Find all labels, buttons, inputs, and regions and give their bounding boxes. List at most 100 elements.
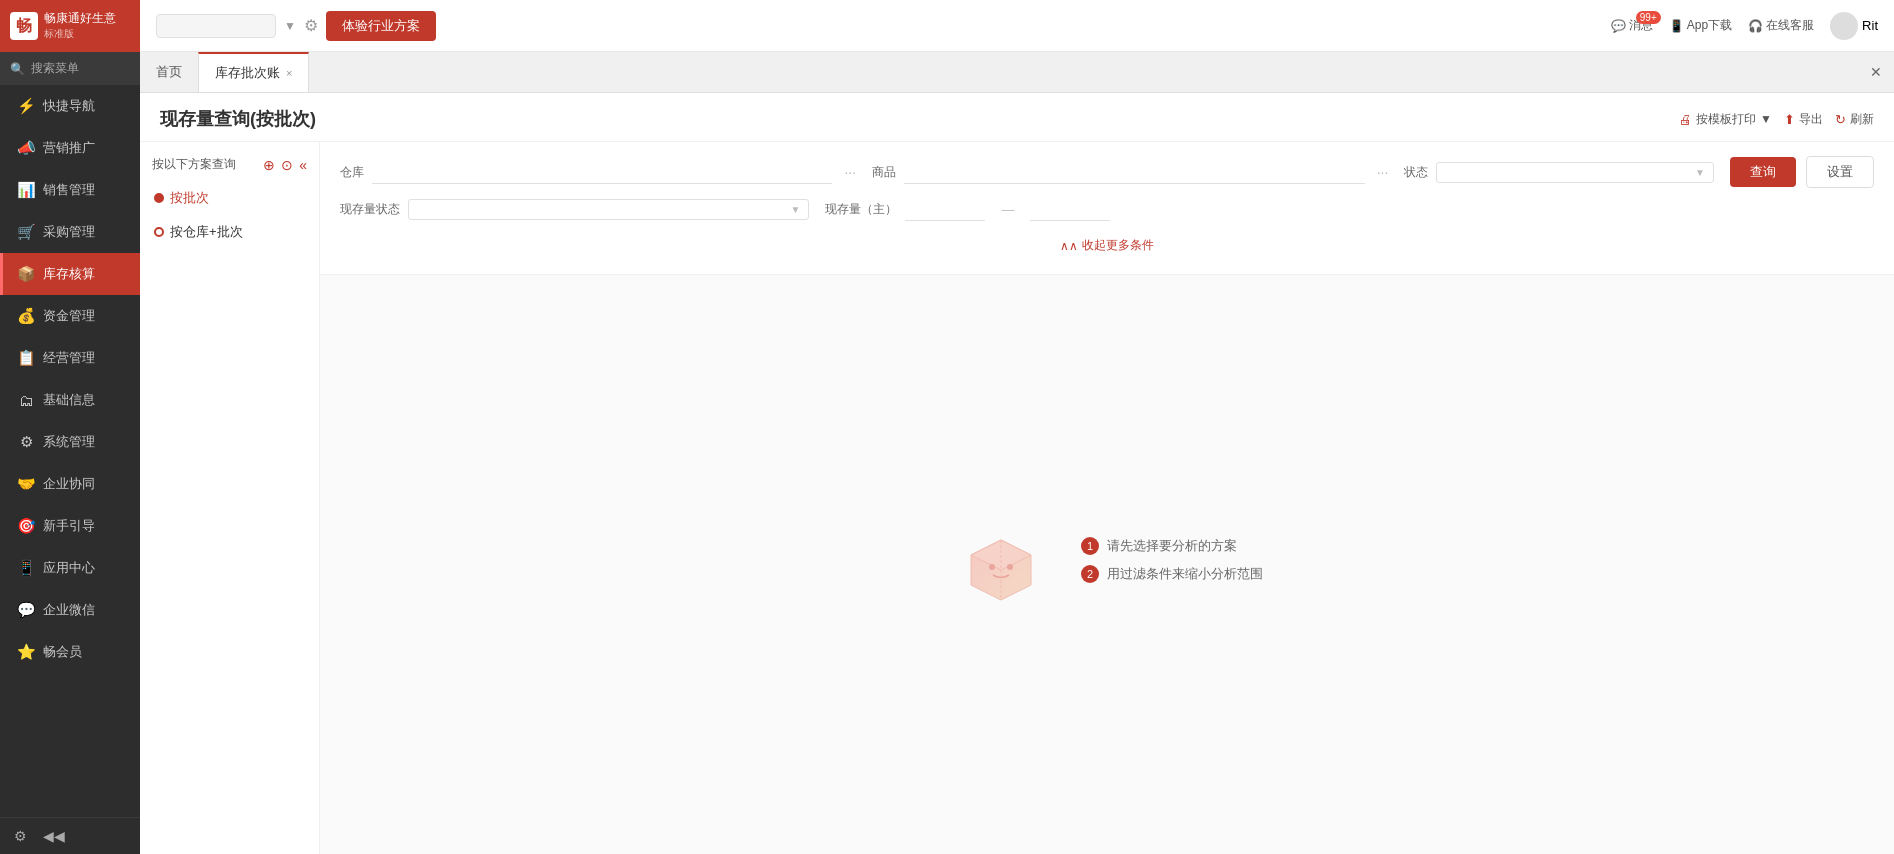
product-more-icon[interactable]: ··· <box>1377 164 1389 180</box>
tab-inventory-batch[interactable]: 库存批次账 × <box>198 52 309 92</box>
add-plan-icon[interactable]: ⊕ <box>263 157 275 173</box>
sidebar-header: 畅 畅康通好生意 标准版 <box>0 0 140 52</box>
sidebar-item-system[interactable]: ⚙ 系统管理 <box>0 421 140 463</box>
svg-point-3 <box>989 564 995 570</box>
plan-dot-inactive <box>154 227 164 237</box>
empty-state: 1 请先选择要分析的方案 2 用过滤条件来缩小分析范围 <box>320 275 1894 854</box>
export-btn[interactable]: ⬆ 导出 <box>1784 111 1823 128</box>
wechat-icon: 💬 <box>17 601 35 619</box>
sidebar-label-member: 畅会员 <box>43 643 82 661</box>
collapse-row[interactable]: ∧∧ 收起更多条件 <box>340 231 1874 260</box>
app-download-btn[interactable]: 📱 App下载 <box>1669 17 1732 34</box>
inventory-amount-field: 现存量（主） — <box>825 198 1294 221</box>
sidebar-label-purchase: 采购管理 <box>43 223 95 241</box>
product-input[interactable] <box>904 161 1364 184</box>
print-dropdown-icon[interactable]: ▼ <box>1760 112 1772 126</box>
experience-btn[interactable]: 体验行业方案 <box>326 11 436 41</box>
sidebar: 畅 畅康通好生意 标准版 🔍 搜索菜单 ⚡ 快捷导航 📣 营销推广 📊 销售管理… <box>0 0 140 854</box>
filter-actions: 查询 设置 <box>1730 156 1874 188</box>
filter-row-2: 现存量状态 ▼ 现存量（主） — <box>340 198 1874 221</box>
sidebar-item-sales[interactable]: 📊 销售管理 <box>0 169 140 211</box>
inventory-status-select[interactable]: ▼ <box>408 199 809 220</box>
inventory-amount-to[interactable] <box>1030 198 1110 221</box>
sidebar-item-marketing[interactable]: 📣 营销推广 <box>0 127 140 169</box>
tab-home[interactable]: 首页 <box>140 53 198 91</box>
page-close-btn[interactable]: ✕ <box>1858 56 1894 88</box>
filter-area: 仓库 ··· 商品 ··· 状态 <box>320 142 1894 275</box>
avatar <box>1830 12 1858 40</box>
sidebar-item-basic[interactable]: 🗂 基础信息 <box>0 379 140 421</box>
range-dash: — <box>1001 202 1014 217</box>
product-label: 商品 <box>872 164 896 181</box>
warehouse-input[interactable] <box>372 161 832 184</box>
marketing-icon: 📣 <box>17 139 35 157</box>
topbar-gear-icon[interactable]: ⚙ <box>304 16 318 35</box>
sidebar-label-system: 系统管理 <box>43 433 95 451</box>
refresh-icon: ↻ <box>1835 112 1846 127</box>
sales-icon: 📊 <box>17 181 35 199</box>
collapse-panel-icon[interactable]: « <box>299 157 307 173</box>
plan-item-warehouse-batch[interactable]: 按仓库+批次 <box>140 215 319 249</box>
refresh-btn[interactable]: ↻ 刷新 <box>1835 111 1874 128</box>
topbar-search-input[interactable] <box>156 14 276 38</box>
warehouse-more-icon[interactable]: ··· <box>844 164 856 180</box>
sidebar-item-inventory[interactable]: 📦 库存核算 <box>0 253 140 295</box>
sidebar-footer: ⚙ ◀◀ <box>0 817 140 854</box>
step-num-1: 1 <box>1081 537 1099 555</box>
export-icon: ⬆ <box>1784 112 1795 127</box>
product-field: 商品 ··· <box>872 161 1388 184</box>
sidebar-search-label: 搜索菜单 <box>31 60 79 77</box>
topbar: ▼ ⚙ 体验行业方案 💬 消息 99+ 📱 App下载 🎧 在线客服 Rit <box>140 0 1894 52</box>
sidebar-label-sales: 销售管理 <box>43 181 95 199</box>
page-actions: 🖨 按模板打印 ▼ ⬆ 导出 ↻ 刷新 <box>1679 111 1874 128</box>
sidebar-item-member[interactable]: ⭐ 畅会员 <box>0 631 140 673</box>
body-wrap: 按以下方案查询 ⊕ ⊙ « 按批次 按仓库+批次 <box>140 142 1894 854</box>
manage-plan-icon[interactable]: ⊙ <box>281 157 293 173</box>
app-title: 畅康通好生意 <box>44 11 116 27</box>
inventory-amount-from[interactable] <box>905 198 985 221</box>
sidebar-item-appstore[interactable]: 📱 应用中心 <box>0 547 140 589</box>
user-info[interactable]: Rit <box>1830 12 1878 40</box>
topbar-dropdown-icon[interactable]: ▼ <box>284 19 296 33</box>
panel-header-icons: ⊕ ⊙ « <box>263 157 307 173</box>
inventory-status-label: 现存量状态 <box>340 201 400 218</box>
filter-row-1: 仓库 ··· 商品 ··· 状态 <box>340 156 1874 188</box>
page-title: 现存量查询(按批次) <box>160 107 316 131</box>
message-btn[interactable]: 💬 消息 99+ <box>1611 17 1653 34</box>
tab-inventory-label: 库存批次账 <box>215 64 280 82</box>
topbar-right: 💬 消息 99+ 📱 App下载 🎧 在线客服 Rit <box>1611 12 1878 40</box>
sidebar-item-wechat[interactable]: 💬 企业微信 <box>0 589 140 631</box>
svg-point-4 <box>1007 564 1013 570</box>
settings-icon[interactable]: ⚙ <box>14 828 27 844</box>
print-btn[interactable]: 🖨 按模板打印 ▼ <box>1679 111 1772 128</box>
empty-box-svg <box>956 520 1046 610</box>
plan-item-batch[interactable]: 按批次 <box>140 181 319 215</box>
status-select[interactable]: ▼ <box>1436 162 1714 183</box>
sidebar-item-operation[interactable]: 📋 经营管理 <box>0 337 140 379</box>
query-button[interactable]: 查询 <box>1730 157 1796 187</box>
member-icon: ⭐ <box>17 643 35 661</box>
quick-nav-icon: ⚡ <box>17 97 35 115</box>
sidebar-item-finance[interactable]: 💰 资金管理 <box>0 295 140 337</box>
sidebar-label-quick-nav: 快捷导航 <box>43 97 95 115</box>
plan-label-warehouse-batch: 按仓库+批次 <box>170 223 243 241</box>
setting-button[interactable]: 设置 <box>1806 156 1874 188</box>
basic-icon: 🗂 <box>17 392 35 409</box>
sidebar-label-appstore: 应用中心 <box>43 559 95 577</box>
topbar-left: ▼ ⚙ 体验行业方案 <box>156 11 1599 41</box>
sidebar-item-newbie[interactable]: 🎯 新手引导 <box>0 505 140 547</box>
sidebar-search-btn[interactable]: 🔍 搜索菜单 <box>0 52 140 85</box>
message-icon: 💬 <box>1611 19 1626 33</box>
left-panel: 按以下方案查询 ⊕ ⊙ « 按批次 按仓库+批次 <box>140 142 320 854</box>
sidebar-label-newbie: 新手引导 <box>43 517 95 535</box>
sidebar-item-enterprise[interactable]: 🤝 企业协同 <box>0 463 140 505</box>
sidebar-item-quick-nav[interactable]: ⚡ 快捷导航 <box>0 85 140 127</box>
online-service-btn[interactable]: 🎧 在线客服 <box>1748 17 1814 34</box>
sidebar-item-purchase[interactable]: 🛒 采购管理 <box>0 211 140 253</box>
print-icon: 🖨 <box>1679 112 1692 127</box>
collapse-icon[interactable]: ◀◀ <box>43 828 65 844</box>
inventory-status-arrow-icon: ▼ <box>790 204 800 215</box>
tab-close-icon[interactable]: × <box>286 67 292 79</box>
collapse-label: 收起更多条件 <box>1082 237 1154 254</box>
appstore-icon: 📱 <box>17 559 35 577</box>
